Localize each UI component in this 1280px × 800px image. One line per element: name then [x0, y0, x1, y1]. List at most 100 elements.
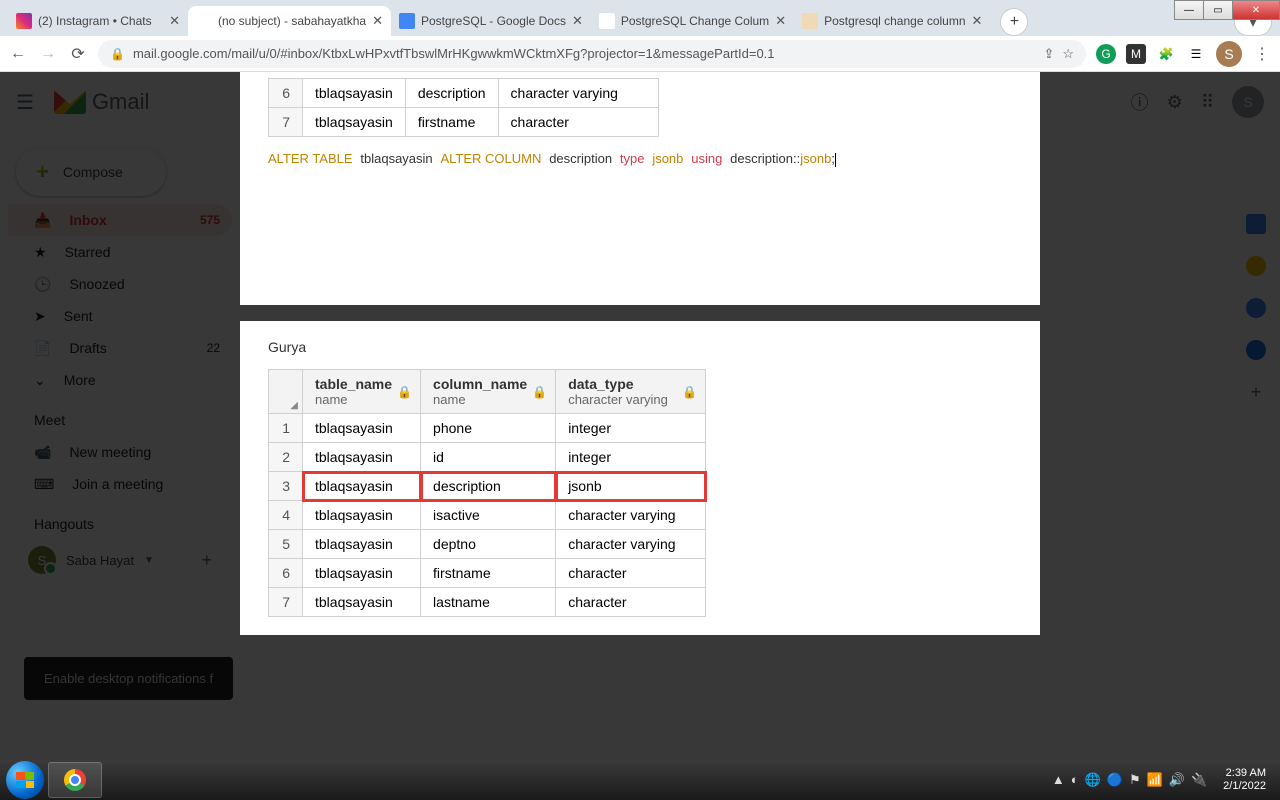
extension-icon[interactable]: M: [1126, 44, 1146, 64]
cell-column-name: lastname: [421, 588, 556, 617]
forward-button[interactable]: →: [38, 44, 58, 64]
table-row: 7 tblaqsayasin lastname character: [269, 588, 706, 617]
cell-data-type: jsonb: [556, 472, 706, 501]
cell-column-name: phone: [421, 414, 556, 443]
lock-icon: 🔒: [110, 47, 125, 61]
cell-table-name: tblaqsayasin: [303, 108, 406, 137]
table-row: 7 tblaqsayasin firstname character: [269, 108, 659, 137]
minimize-button[interactable]: —: [1174, 0, 1204, 20]
row-number: 7: [269, 108, 303, 137]
lock-icon: 🔒: [397, 385, 412, 399]
attachment-viewer: 6 tblaqsayasin description character var…: [240, 72, 1040, 760]
cell-table-name: tblaqsayasin: [303, 530, 421, 559]
cell-data-type: character: [556, 588, 706, 617]
cell-table-name: tblaqsayasin: [303, 79, 406, 108]
browser-tab[interactable]: (no subject) - sabahayatkha ✕: [188, 6, 391, 36]
table-corner: [269, 370, 303, 414]
cell-column-name: description: [405, 79, 498, 108]
row-number: 6: [269, 79, 303, 108]
taskbar-app-chrome[interactable]: [48, 762, 102, 798]
row-number: 6: [269, 559, 303, 588]
tab-favicon: [196, 13, 212, 29]
browser-tab[interactable]: PostgreSQL - Google Docs ✕: [391, 6, 591, 36]
cell-table-name: tblaqsayasin: [303, 559, 421, 588]
tab-close-icon[interactable]: ✕: [372, 13, 383, 29]
system-tray: ▲◐🌐🔵⚑📶🔊🔌 2:39 AM 2/1/2022: [1052, 767, 1274, 793]
lock-icon: 🔒: [682, 385, 697, 399]
attachment-label: Gurya: [268, 339, 1012, 355]
chrome-avatar[interactable]: S: [1216, 41, 1242, 67]
tab-close-icon[interactable]: ✕: [169, 13, 180, 29]
close-button[interactable]: ✕: [1232, 0, 1280, 20]
share-icon[interactable]: ⇪: [1043, 46, 1054, 62]
tab-title: PostgreSQL - Google Docs: [421, 14, 566, 28]
taskbar-clock[interactable]: 2:39 AM 2/1/2022: [1215, 767, 1274, 793]
tray-icons[interactable]: ▲◐🌐🔵⚑📶🔊🔌: [1052, 772, 1207, 788]
tab-close-icon[interactable]: ✕: [572, 13, 583, 29]
cell-column-name: id: [421, 443, 556, 472]
attachment-panel-2: Gurya table_name name 🔒 column_name name…: [240, 321, 1040, 635]
cell-table-name: tblaqsayasin: [303, 414, 421, 443]
tab-favicon: [16, 13, 32, 29]
address-bar[interactable]: 🔒 mail.google.com/mail/u/0/#inbox/KtbxLw…: [98, 40, 1086, 68]
column-header-column-name: column_name name 🔒: [421, 370, 556, 414]
chrome-menu-icon[interactable]: ⋮: [1252, 44, 1272, 64]
tab-title: Postgresql change column: [824, 14, 965, 28]
cell-data-type: character: [556, 559, 706, 588]
cell-column-name: description: [421, 472, 556, 501]
tab-close-icon[interactable]: ✕: [972, 13, 983, 29]
windows-taskbar: ▲◐🌐🔵⚑📶🔊🔌 2:39 AM 2/1/2022: [0, 760, 1280, 800]
extensions-menu-icon[interactable]: 🧩: [1156, 44, 1176, 64]
grammarly-icon[interactable]: G: [1096, 44, 1116, 64]
cell-column-name: deptno: [421, 530, 556, 559]
new-tab-button[interactable]: +: [1000, 8, 1028, 36]
tab-title: (2) Instagram • Chats: [38, 14, 163, 28]
chrome-icon: [64, 769, 86, 791]
row-number: 4: [269, 501, 303, 530]
row-number: 1: [269, 414, 303, 443]
cell-table-name: tblaqsayasin: [303, 588, 421, 617]
cell-table-name: tblaqsayasin: [303, 501, 421, 530]
cell-data-type: integer: [556, 414, 706, 443]
attachment-panel-1: 6 tblaqsayasin description character var…: [240, 72, 1040, 305]
row-number: 7: [269, 588, 303, 617]
table-row: 5 tblaqsayasin deptno character varying: [269, 530, 706, 559]
cell-data-type: character varying: [556, 530, 706, 559]
table-row: 4 tblaqsayasin isactive character varyin…: [269, 501, 706, 530]
tab-title: (no subject) - sabahayatkha: [218, 14, 366, 28]
reload-button[interactable]: ⟳: [68, 44, 88, 64]
db-table-1: 6 tblaqsayasin description character var…: [268, 78, 659, 137]
cell-data-type: character varying: [556, 501, 706, 530]
table-row: 3 tblaqsayasin description jsonb: [269, 472, 706, 501]
url-text: mail.google.com/mail/u/0/#inbox/KtbxLwHP…: [133, 46, 775, 61]
window-controls: — ▭ ✕: [1175, 0, 1280, 22]
cell-table-name: tblaqsayasin: [303, 443, 421, 472]
browser-tab[interactable]: Postgresql change column ✕: [794, 6, 990, 36]
lock-icon: 🔒: [532, 385, 547, 399]
windows-logo-icon: [16, 772, 34, 788]
browser-tab-strip: (2) Instagram • Chats ✕ (no subject) - s…: [0, 0, 1280, 36]
row-number: 2: [269, 443, 303, 472]
row-number: 3: [269, 472, 303, 501]
browser-tab[interactable]: (2) Instagram • Chats ✕: [8, 6, 188, 36]
tab-close-icon[interactable]: ✕: [775, 13, 786, 29]
table-row: 6 tblaqsayasin description character var…: [269, 79, 659, 108]
maximize-button[interactable]: ▭: [1203, 0, 1233, 20]
back-button[interactable]: ←: [8, 44, 28, 64]
tab-favicon: [599, 13, 615, 29]
tab-title: PostgreSQL Change Colum: [621, 14, 769, 28]
start-button[interactable]: [6, 761, 44, 799]
bookmark-icon[interactable]: ☆: [1062, 46, 1074, 62]
browser-toolbar: ← → ⟳ 🔒 mail.google.com/mail/u/0/#inbox/…: [0, 36, 1280, 72]
browser-tab[interactable]: PostgreSQL Change Colum ✕: [591, 6, 794, 36]
cell-table-name: tblaqsayasin: [303, 472, 421, 501]
reading-list-icon[interactable]: ☰: [1186, 44, 1206, 64]
cell-column-name: firstname: [405, 108, 498, 137]
cell-data-type: character varying: [498, 79, 658, 108]
cell-column-name: firstname: [421, 559, 556, 588]
table-row: 2 tblaqsayasin id integer: [269, 443, 706, 472]
row-number: 5: [269, 530, 303, 559]
sql-statement: ALTER TABLE tblaqsayasin ALTER COLUMN de…: [268, 151, 1012, 167]
tab-favicon: [399, 13, 415, 29]
table-row: 1 tblaqsayasin phone integer: [269, 414, 706, 443]
